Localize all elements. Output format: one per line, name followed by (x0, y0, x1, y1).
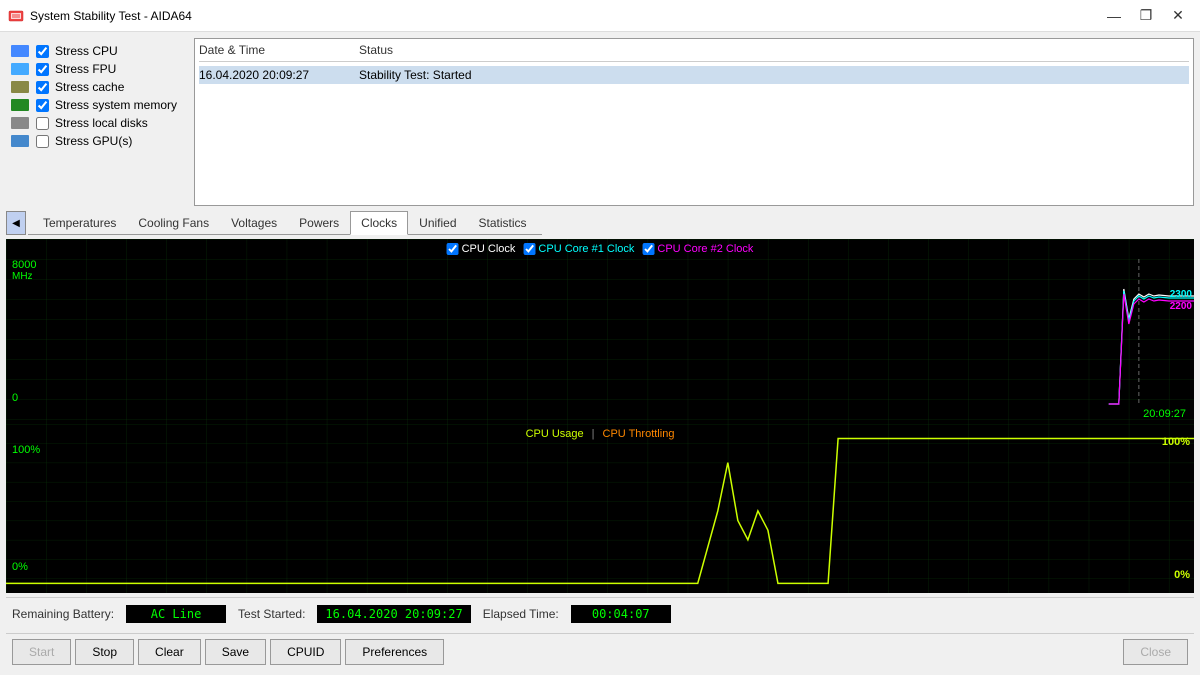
checkbox-item-stress_disks: Stress local disks (10, 116, 182, 130)
elapsed-time-label: Elapsed Time: (483, 607, 559, 621)
titlebar: System Stability Test - AIDA64 — ❐ ✕ (0, 0, 1200, 32)
legend-core2-clock-label: CPU Core #2 Clock (657, 243, 753, 255)
tab-powers[interactable]: Powers (288, 211, 350, 234)
gpu-icon (10, 134, 30, 148)
checkbox-label-stress_disks: Stress local disks (55, 116, 148, 130)
tab-cooling-fans[interactable]: Cooling Fans (127, 211, 220, 234)
clock-y-unit: MHz (12, 271, 33, 282)
usage-y-max: 100% (12, 444, 40, 456)
checkbox-label-stress_cpu: Stress CPU (55, 44, 118, 58)
checkbox-stress_memory[interactable] (36, 99, 49, 112)
status-bar: Remaining Battery: AC Line Test Started:… (6, 597, 1194, 629)
checkbox-item-stress_memory: Stress system memory (10, 98, 182, 112)
checkbox-stress_cache[interactable] (36, 81, 49, 94)
checkbox-item-stress_cache: Stress cache (10, 80, 182, 94)
usage-y-min: 0% (12, 561, 28, 573)
checkbox-label-stress_cache: Stress cache (55, 80, 124, 94)
memory-icon (10, 98, 30, 112)
legend-cpu-usage: CPU Usage (526, 428, 584, 440)
start-button[interactable]: Start (12, 639, 71, 665)
log-col-date: Date & Time (199, 43, 359, 57)
save-button[interactable]: Save (205, 639, 266, 665)
checkbox-label-stress_memory: Stress system memory (55, 98, 177, 112)
checkbox-stress_fpu[interactable] (36, 63, 49, 76)
tab-voltages[interactable]: Voltages (220, 211, 288, 234)
log-cell-status: Stability Test: Started (359, 68, 1189, 82)
usage-chart-svg (6, 424, 1194, 593)
titlebar-controls: — ❐ ✕ (1100, 5, 1192, 27)
log-col-status: Status (359, 43, 1189, 57)
log-header: Date & Time Status (199, 43, 1189, 62)
legend-cpu-clock-label: CPU Clock (462, 243, 516, 255)
usage-legend: CPU Usage | CPU Throttling (526, 428, 675, 440)
clock-value-core1: 2200 (1170, 301, 1192, 312)
log-row[interactable]: 16.04.2020 20:09:27Stability Test: Start… (199, 66, 1189, 84)
cpu-icon (10, 44, 30, 58)
checkbox-item-stress_cpu: Stress CPU (10, 44, 182, 58)
checkbox-stress_gpu[interactable] (36, 135, 49, 148)
close-window-button[interactable]: ✕ (1164, 5, 1192, 27)
legend-core1-clock-label: CPU Core #1 Clock (538, 243, 634, 255)
preferences-button[interactable]: Preferences (345, 639, 444, 665)
elapsed-time-value: 00:04:07 (571, 605, 671, 623)
tab-temperatures[interactable]: Temperatures (32, 211, 127, 234)
clock-y-min: 0 (12, 392, 18, 404)
legend-cpu-throttling-label: CPU Throttling (603, 428, 675, 440)
app-icon (8, 8, 24, 24)
legend-core1-clock-check[interactable] (523, 243, 535, 255)
usage-chart: CPU Usage | CPU Throttling 100% 0% 100% … (6, 424, 1194, 593)
charts-area: CPU Clock CPU Core #1 Clock CPU Core #2 … (6, 239, 1194, 593)
tab-statistics[interactable]: Statistics (468, 211, 538, 234)
checkbox-item-stress_fpu: Stress FPU (10, 62, 182, 76)
main-content: Stress CPU Stress FPU Stress cache Stress s… (0, 32, 1200, 675)
legend-core2-clock: CPU Core #2 Clock (642, 243, 753, 255)
legend-cpu-clock: CPU Clock (447, 243, 516, 255)
tabs-bar: TemperaturesCooling FansVoltagesPowersCl… (28, 211, 542, 235)
tab-unified[interactable]: Unified (408, 211, 467, 234)
stop-button[interactable]: Stop (75, 639, 134, 665)
checkbox-label-stress_fpu: Stress FPU (55, 62, 116, 76)
cache-icon (10, 80, 30, 94)
disk-icon (10, 116, 30, 130)
cpuid-button[interactable]: CPUID (270, 639, 341, 665)
checkbox-label-stress_gpu: Stress GPU(s) (55, 134, 132, 148)
tab-clocks[interactable]: Clocks (350, 211, 408, 235)
checkbox-item-stress_gpu: Stress GPU(s) (10, 134, 182, 148)
log-rows: 16.04.2020 20:09:27Stability Test: Start… (199, 66, 1189, 84)
log-cell-date: 16.04.2020 20:09:27 (199, 68, 359, 82)
clock-chart: CPU Clock CPU Core #1 Clock CPU Core #2 … (6, 239, 1194, 424)
clock-y-max: 8000 (12, 259, 36, 271)
titlebar-left: System Stability Test - AIDA64 (8, 8, 192, 24)
tab-scroll-left[interactable]: ◀ (6, 211, 26, 235)
fpu-icon (10, 62, 30, 76)
legend-cpu-throttling: CPU Throttling (603, 428, 675, 440)
clock-chart-svg (6, 239, 1194, 424)
log-panel: Date & Time Status 16.04.2020 20:09:27St… (194, 38, 1194, 206)
clock-timestamp: 20:09:27 (1143, 408, 1186, 420)
clear-button[interactable]: Clear (138, 639, 201, 665)
usage-value-right: 100% (1162, 436, 1190, 448)
top-section: Stress CPU Stress FPU Stress cache Stress s… (6, 38, 1194, 206)
test-started-value: 16.04.2020 20:09:27 (317, 605, 470, 623)
legend-cpu-usage-label: CPU Usage (526, 428, 584, 440)
button-bar: Start Stop Clear Save CPUID Preferences … (6, 633, 1194, 669)
legend-core1-clock: CPU Core #1 Clock (523, 243, 634, 255)
stress-options-panel: Stress CPU Stress FPU Stress cache Stress s… (6, 38, 186, 206)
remaining-battery-label: Remaining Battery: (12, 607, 114, 621)
minimize-button[interactable]: — (1100, 5, 1128, 27)
usage-value-bottom: 0% (1174, 569, 1190, 581)
close-button[interactable]: Close (1123, 639, 1188, 665)
legend-cpu-clock-check[interactable] (447, 243, 459, 255)
clock-value-cpu: 2300 (1170, 289, 1192, 300)
remaining-battery-value: AC Line (126, 605, 226, 623)
checkbox-stress_disks[interactable] (36, 117, 49, 130)
maximize-button[interactable]: ❐ (1132, 5, 1160, 27)
window-title: System Stability Test - AIDA64 (30, 9, 192, 23)
legend-core2-clock-check[interactable] (642, 243, 654, 255)
test-started-label: Test Started: (238, 607, 305, 621)
tabs-section: ◀ TemperaturesCooling FansVoltagesPowers… (6, 210, 1194, 235)
clock-legend: CPU Clock CPU Core #1 Clock CPU Core #2 … (447, 243, 754, 255)
checkbox-stress_cpu[interactable] (36, 45, 49, 58)
